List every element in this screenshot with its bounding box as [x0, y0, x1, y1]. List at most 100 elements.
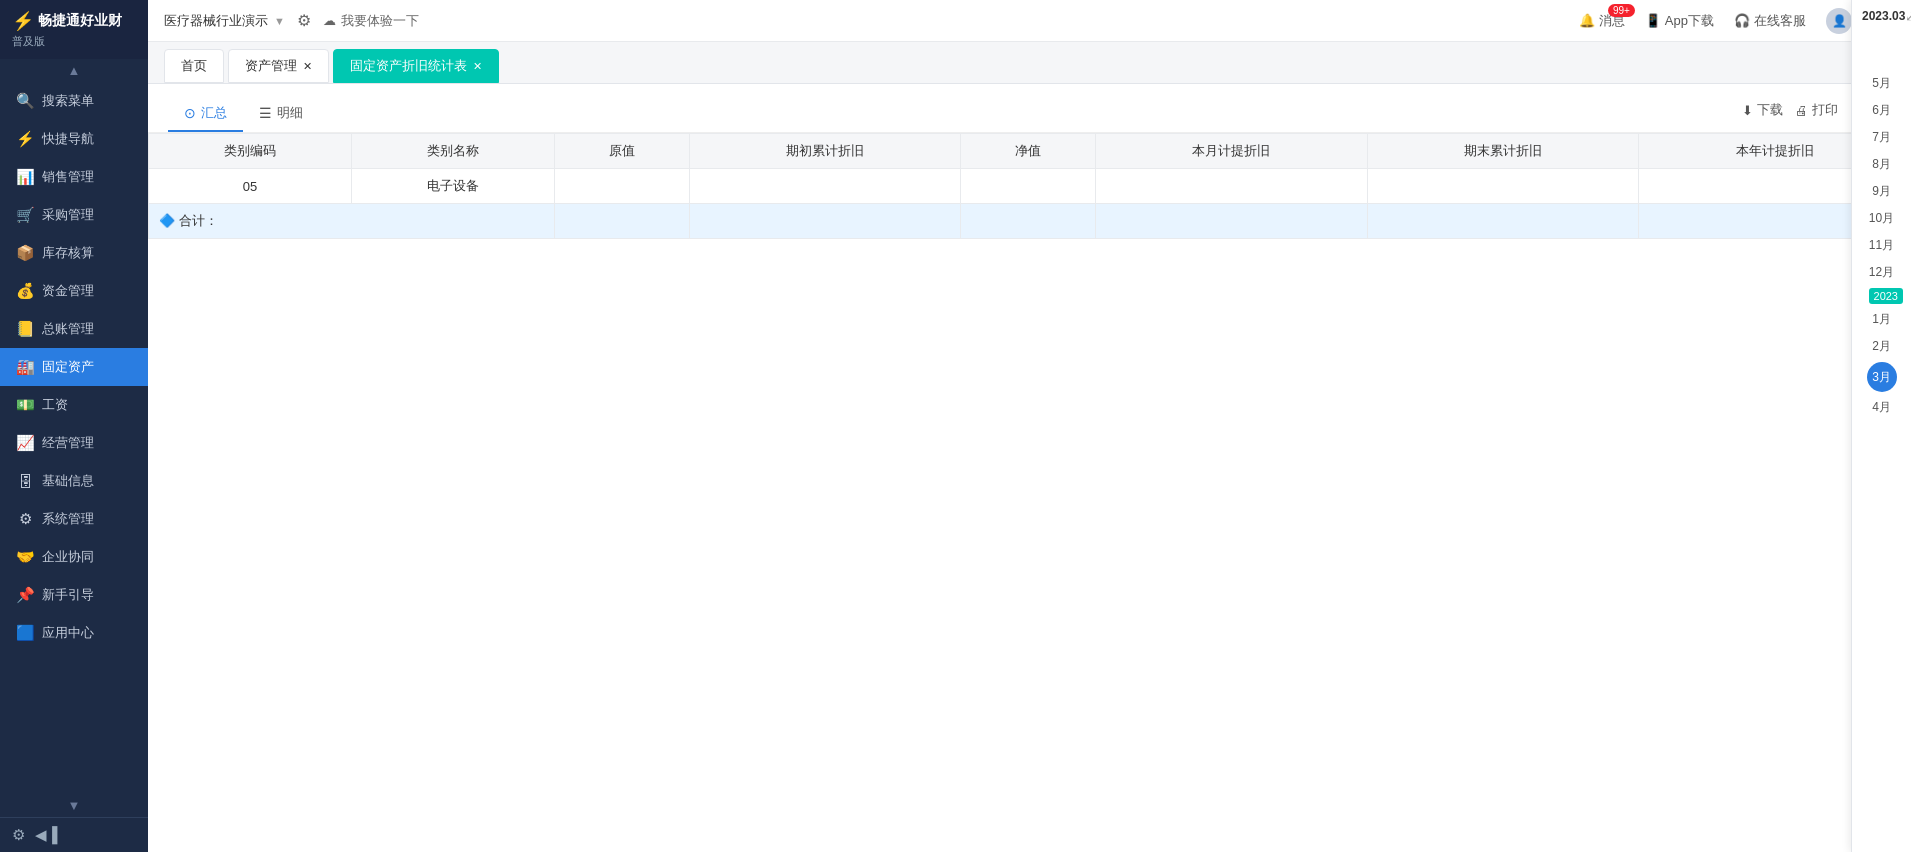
collapse-icon[interactable]: ◀▐ — [35, 826, 58, 844]
date-panel: 2023.03 ⤢ ✕ 5月6月7月8月9月10月11月12月20231月2月3… — [1851, 0, 1911, 852]
total-original — [555, 204, 690, 239]
notifications-badge: 99+ — [1608, 4, 1635, 17]
sidebar-icon-fixed-asset: 🏭 — [16, 358, 34, 376]
depreciation-table: 类别编码 类别名称 原值 期初累计折旧 净值 本月计提折旧 期末累计折旧 本年计… — [148, 133, 1911, 239]
sidebar-item-inventory[interactable]: 📦 库存核算 — [0, 234, 148, 272]
tab-asset-mgmt[interactable]: 资产管理 ✕ — [228, 49, 329, 83]
date-month-8月[interactable]: 8月 — [1852, 151, 1911, 178]
date-month-6月[interactable]: 6月 — [1852, 97, 1911, 124]
detail-icon: ☰ — [259, 105, 272, 121]
print-btn[interactable]: 🖨 打印 — [1795, 101, 1838, 119]
company-settings-icon[interactable]: ⚙ — [297, 11, 311, 30]
sub-tab-summary-label: 汇总 — [201, 104, 227, 122]
sidebar-icon-sales: 📊 — [16, 168, 34, 186]
app-download-btn[interactable]: 📱 App下载 — [1645, 12, 1714, 30]
date-month-2023-2月[interactable]: 2月 — [1852, 333, 1911, 360]
sidebar: ⚡ 畅捷通好业财 普及版 ▲ 🔍 搜索菜单⚡ 快捷导航📊 销售管理🛒 采购管理📦… — [0, 0, 148, 852]
sidebar-item-ops[interactable]: 📈 经营管理 — [0, 424, 148, 462]
sidebar-item-quick-nav[interactable]: ⚡ 快捷导航 — [0, 120, 148, 158]
cell-ending-dep — [1367, 169, 1639, 204]
date-month-2023-1月[interactable]: 1月 — [1852, 306, 1911, 333]
sidebar-icon-purchase: 🛒 — [16, 206, 34, 224]
content-header: ⊙ 汇总 ☰ 明细 ⬇ 下载 🖨 打印 ↻ 刷 — [148, 84, 1911, 133]
topbar: 医疗器械行业演示 ▼ ⚙ ☁ 我要体验一下 🔔 消息 99+ 📱 App下载 🎧… — [148, 0, 1911, 42]
settings-icon[interactable]: ⚙ — [12, 826, 25, 844]
sidebar-label-collab: 企业协同 — [42, 548, 94, 566]
experience-button[interactable]: ☁ 我要体验一下 — [323, 12, 419, 30]
sidebar-item-base-info[interactable]: 🗄 基础信息 — [0, 462, 148, 500]
total-monthly-dep — [1095, 204, 1367, 239]
date-month-11月[interactable]: 11月 — [1852, 232, 1911, 259]
company-dropdown-icon: ▼ — [274, 15, 285, 27]
download-btn[interactable]: ⬇ 下载 — [1742, 101, 1783, 119]
sidebar-label-apps: 应用中心 — [42, 624, 94, 642]
col-initial-depreciation: 期初累计折旧 — [689, 134, 961, 169]
sidebar-item-sys[interactable]: ⚙ 系统管理 — [0, 500, 148, 538]
date-month-9月[interactable]: 9月 — [1852, 178, 1911, 205]
date-month-5月[interactable]: 5月 — [1852, 70, 1911, 97]
sidebar-icon-search: 🔍 — [16, 92, 34, 110]
avatar: 👤 — [1826, 8, 1852, 34]
date-month-12月[interactable]: 12月 — [1852, 259, 1911, 286]
sidebar-icon-guide: 📌 — [16, 586, 34, 604]
sidebar-item-ledger[interactable]: 📒 总账管理 — [0, 310, 148, 348]
tab-fixed-asset-depreciation-close[interactable]: ✕ — [473, 60, 482, 73]
tab-home-label: 首页 — [181, 57, 207, 75]
sidebar-item-fixed-asset[interactable]: 🏭 固定资产 — [0, 348, 148, 386]
download-icon: 📱 — [1645, 13, 1661, 28]
sub-tabs: ⊙ 汇总 ☰ 明细 — [168, 96, 319, 132]
sidebar-logo: ⚡ 畅捷通好业财 普及版 — [0, 0, 148, 59]
sub-tab-summary[interactable]: ⊙ 汇总 — [168, 96, 243, 132]
tab-fixed-asset-depreciation-label: 固定资产折旧统计表 — [350, 57, 467, 75]
online-service-btn[interactable]: 🎧 在线客服 — [1734, 12, 1806, 30]
sidebar-bottom: ⚙ ◀▐ — [0, 817, 148, 852]
sidebar-icon-payroll: 💵 — [16, 396, 34, 414]
cell-original — [555, 169, 690, 204]
date-month-10月[interactable]: 10月 — [1852, 205, 1911, 232]
date-panel-title: 2023.03 — [1862, 9, 1905, 23]
tab-fixed-asset-depreciation[interactable]: 固定资产折旧统计表 ✕ — [333, 49, 499, 83]
sidebar-icon-collab: 🤝 — [16, 548, 34, 566]
sidebar-label-quick-nav: 快捷导航 — [42, 130, 94, 148]
total-ending-dep — [1367, 204, 1639, 239]
sidebar-item-guide[interactable]: 📌 新手引导 — [0, 576, 148, 614]
download-action-icon: ⬇ — [1742, 103, 1753, 118]
sidebar-item-sales[interactable]: 📊 销售管理 — [0, 158, 148, 196]
tabs-bar: 首页 资产管理 ✕ 固定资产折旧统计表 ✕ — [148, 42, 1911, 84]
date-month-2023-3月[interactable]: 3月 — [1867, 362, 1897, 392]
sidebar-item-apps[interactable]: 🟦 应用中心 — [0, 614, 148, 652]
col-original: 原值 — [555, 134, 690, 169]
total-label: 🔷合计： — [149, 204, 555, 239]
sidebar-scroll-down[interactable]: ▼ — [0, 794, 148, 817]
notifications-btn[interactable]: 🔔 消息 99+ — [1579, 12, 1625, 30]
date-month-2023-4月[interactable]: 4月 — [1852, 394, 1911, 421]
sidebar-label-payroll: 工资 — [42, 396, 68, 414]
sidebar-item-collab[interactable]: 🤝 企业协同 — [0, 538, 148, 576]
company-selector[interactable]: 医疗器械行业演示 ▼ — [164, 12, 285, 30]
depreciation-table-container: 类别编码 类别名称 原值 期初累计折旧 净值 本月计提折旧 期末累计折旧 本年计… — [148, 133, 1911, 852]
sidebar-item-purchase[interactable]: 🛒 采购管理 — [0, 196, 148, 234]
sidebar-label-sys: 系统管理 — [42, 510, 94, 528]
headset-icon: 🎧 — [1734, 13, 1750, 28]
sidebar-label-ledger: 总账管理 — [42, 320, 94, 338]
sidebar-item-search[interactable]: 🔍 搜索菜单 — [0, 82, 148, 120]
app-name: ⚡ 畅捷通好业财 — [12, 10, 122, 32]
sub-tab-detail[interactable]: ☰ 明细 — [243, 96, 319, 132]
sidebar-item-payroll[interactable]: 💵 工资 — [0, 386, 148, 424]
date-month-7月[interactable]: 7月 — [1852, 124, 1911, 151]
main-area: 医疗器械行业演示 ▼ ⚙ ☁ 我要体验一下 🔔 消息 99+ 📱 App下载 🎧… — [148, 0, 1911, 852]
sidebar-item-finance[interactable]: 💰 资金管理 — [0, 272, 148, 310]
date-year-2023-row: 2023 — [1852, 288, 1911, 304]
company-name: 医疗器械行业演示 — [164, 12, 268, 30]
total-initial-dep — [689, 204, 961, 239]
sidebar-nav: 🔍 搜索菜单⚡ 快捷导航📊 销售管理🛒 采购管理📦 库存核算💰 资金管理📒 总账… — [0, 82, 148, 794]
cell-name: 电子设备 — [352, 169, 555, 204]
sidebar-icon-ops: 📈 — [16, 434, 34, 452]
bell-icon: 🔔 — [1579, 13, 1595, 28]
tab-asset-mgmt-close[interactable]: ✕ — [303, 60, 312, 73]
date-panel-expand-icon[interactable]: ⤢ — [1905, 8, 1911, 24]
tab-home[interactable]: 首页 — [164, 49, 224, 83]
sidebar-scroll-up[interactable]: ▲ — [0, 59, 148, 82]
sidebar-label-ops: 经营管理 — [42, 434, 94, 452]
date-panel-months: 5月6月7月8月9月10月11月12月 2023 1月2月3月4月 — [1852, 60, 1911, 421]
